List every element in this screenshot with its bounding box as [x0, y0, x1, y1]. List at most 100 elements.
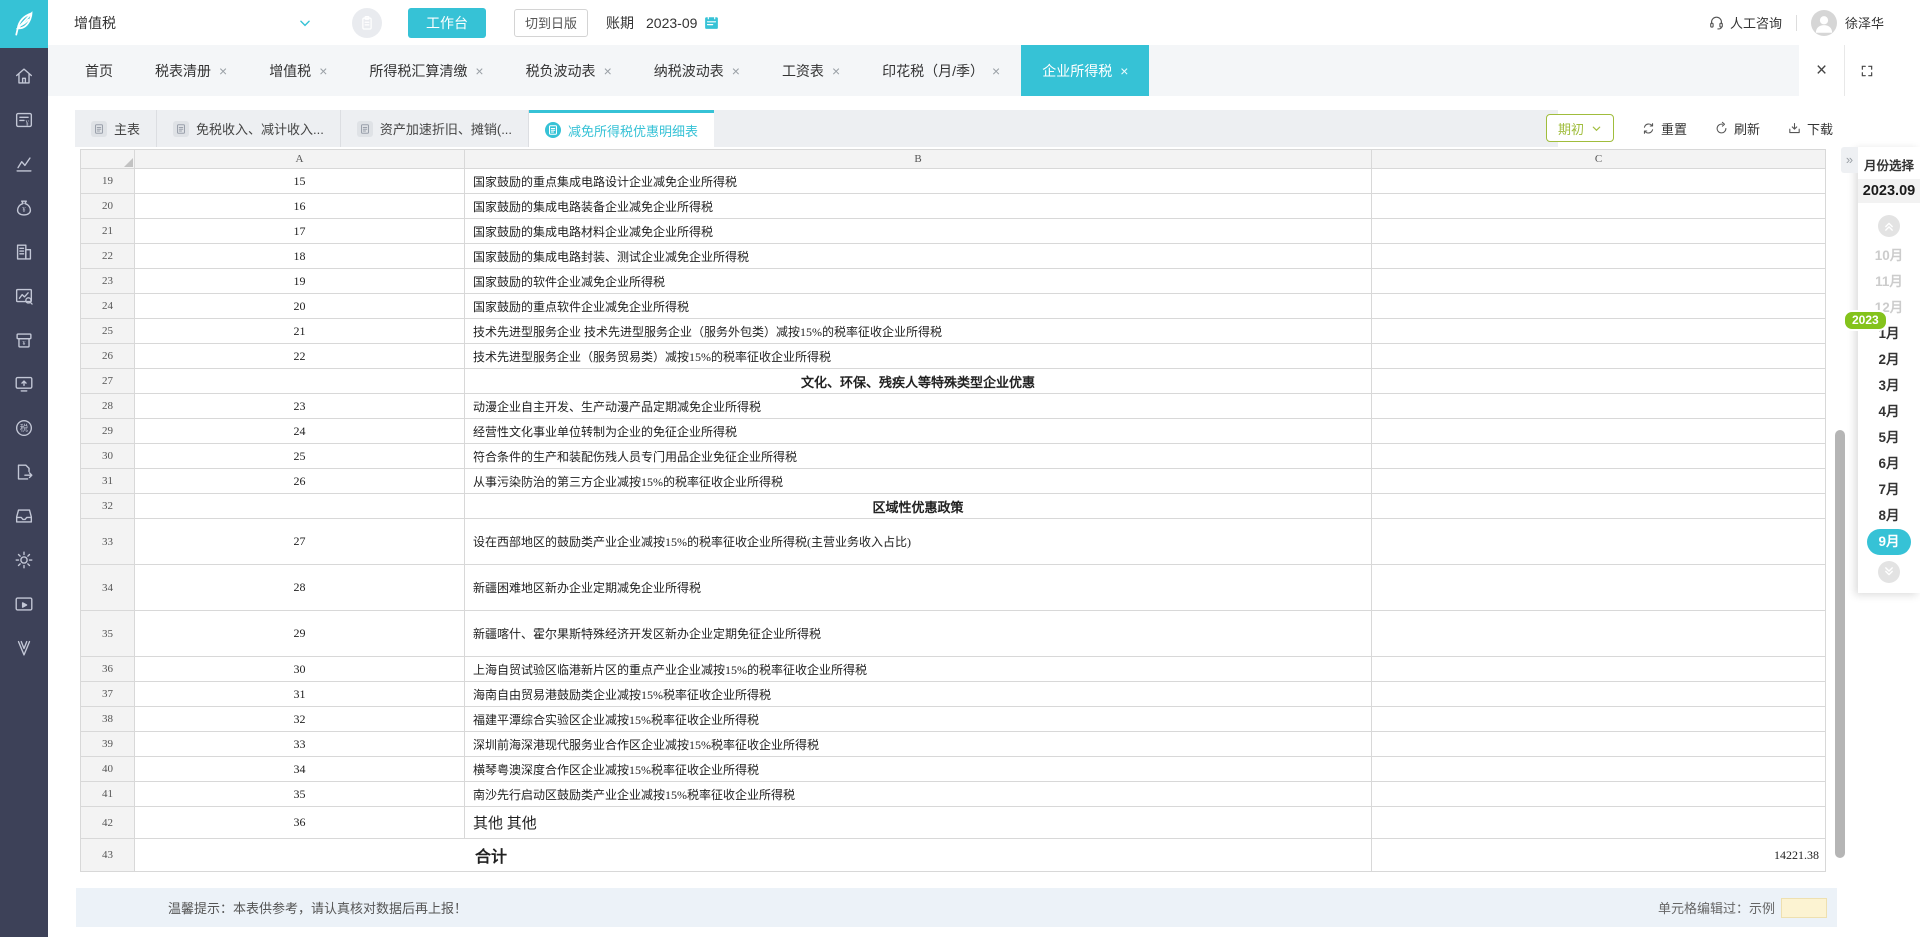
cell-b[interactable]: 上海自贸试验区临港新片区的重点产业企业减按15%的税率征收企业所得税 — [464, 656, 1372, 682]
period-filter-button[interactable]: 期初 — [1545, 114, 1614, 142]
clipboard-button[interactable] — [352, 7, 382, 38]
cell-a[interactable]: 16 — [134, 193, 465, 219]
cell-c[interactable] — [1371, 493, 1826, 519]
cell-c[interactable] — [1371, 193, 1826, 219]
cell-c[interactable] — [1371, 806, 1826, 839]
username[interactable]: 徐泽华 — [1845, 13, 1884, 32]
cell-a[interactable]: 21 — [134, 318, 465, 344]
cell-c[interactable] — [1371, 393, 1826, 419]
subtab-tax-free-income[interactable]: 免税收入、减计收入... — [157, 110, 341, 147]
sidebar-invoice-icon[interactable]: ¥ — [13, 109, 35, 131]
row-number[interactable]: 38 — [80, 706, 135, 732]
cell-c[interactable] — [1371, 218, 1826, 244]
download-button[interactable]: 下载 — [1787, 119, 1833, 138]
month-item[interactable]: 11月 — [1858, 269, 1920, 295]
switch-day-version-button[interactable]: 切到日版 — [514, 8, 589, 37]
month-item[interactable]: 5月 — [1858, 425, 1920, 451]
tab-vat[interactable]: 增值税 × — [248, 45, 348, 96]
close-all-tabs-button[interactable]: × — [1799, 45, 1844, 96]
cell-c[interactable] — [1371, 418, 1826, 444]
row-number[interactable]: 22 — [80, 243, 135, 269]
row-number[interactable]: 20 — [80, 193, 135, 219]
tab-stamp-tax[interactable]: 印花税（月/季） × — [861, 45, 1021, 96]
cell-c[interactable] — [1371, 293, 1826, 319]
row-number[interactable]: 43 — [80, 838, 135, 872]
period-value[interactable]: 2023-09 — [646, 15, 697, 31]
cell-b[interactable]: 海南自由贸易港鼓励类企业减按15%税率征收企业所得税 — [464, 681, 1372, 707]
cell-b[interactable]: 从事污染防治的第三方企业减按15%的税率征收企业所得税 — [464, 468, 1372, 494]
cell-b[interactable]: 国家鼓励的集成电路封装、测试企业减免企业所得税 — [464, 243, 1372, 269]
sidebar-gear-icon[interactable] — [13, 549, 35, 571]
section-header-cell[interactable]: 文化、环保、残疾人等特殊类型企业优惠 — [464, 368, 1372, 394]
cell-c[interactable] — [1371, 518, 1826, 565]
row-number[interactable]: 36 — [80, 656, 135, 682]
cell-c[interactable] — [1371, 781, 1826, 807]
cell-c[interactable] — [1371, 443, 1826, 469]
cell-c[interactable] — [1371, 681, 1826, 707]
cell-a[interactable]: 30 — [134, 656, 465, 682]
support-button[interactable]: 人工咨询 — [1708, 13, 1782, 32]
row-number[interactable]: 28 — [80, 393, 135, 419]
sidebar-home-icon[interactable] — [13, 65, 35, 87]
column-header-b[interactable]: B — [464, 149, 1372, 169]
tab-tax-burden-fluctuation[interactable]: 税负波动表 × — [505, 45, 633, 96]
cell-c[interactable] — [1371, 610, 1826, 657]
cell-c[interactable] — [1371, 756, 1826, 782]
cell-b[interactable]: 福建平潭综合实验区企业减按15%税率征收企业所得税 — [464, 706, 1372, 732]
month-item[interactable]: 4月 — [1858, 399, 1920, 425]
sidebar-monitor-upload-icon[interactable] — [13, 373, 35, 395]
close-tab-icon[interactable]: × — [732, 63, 740, 79]
tab-tax-payment-fluctuation[interactable]: 纳税波动表 × — [633, 45, 761, 96]
sidebar-inbox-icon[interactable] — [13, 505, 35, 527]
total-label-cell[interactable]: 合计 — [134, 838, 1372, 872]
row-number[interactable]: 25 — [80, 318, 135, 344]
cell-b[interactable]: 国家鼓励的重点软件企业减免企业所得税 — [464, 293, 1372, 319]
cell-c[interactable] — [1371, 168, 1826, 194]
tab-income-tax-settlement[interactable]: 所得税汇算清缴 × — [348, 45, 504, 96]
cell-a[interactable]: 20 — [134, 293, 465, 319]
row-number[interactable]: 34 — [80, 564, 135, 611]
sidebar-tax-seal-icon[interactable]: 税 — [13, 417, 35, 439]
workbench-button[interactable]: 工作台 — [408, 7, 486, 38]
cell-b[interactable]: 新疆喀什、霍尔果斯特殊经济开发区新办企业定期免征企业所得税 — [464, 610, 1372, 657]
cell-b[interactable]: 深圳前海深港现代服务业合作区企业减按15%税率征收企业所得税 — [464, 731, 1372, 757]
reset-button[interactable]: 重置 — [1641, 119, 1687, 138]
month-item[interactable]: 3月 — [1858, 373, 1920, 399]
month-item[interactable]: 10月 — [1858, 243, 1920, 269]
month-item[interactable]: 2月 — [1858, 347, 1920, 373]
column-header-a[interactable]: A — [134, 149, 465, 169]
cell-b[interactable]: 国家鼓励的软件企业减免企业所得税 — [464, 268, 1372, 294]
cell-b[interactable]: 技术先进型服务企业（服务贸易类）减按15%的税率征收企业所得税 — [464, 343, 1372, 369]
row-number[interactable]: 31 — [80, 468, 135, 494]
scroll-months-down-button[interactable] — [1878, 561, 1900, 583]
cell-b[interactable]: 国家鼓励的重点集成电路设计企业减免企业所得税 — [464, 168, 1372, 194]
cell-a[interactable]: 36 — [134, 806, 465, 839]
close-tab-icon[interactable]: × — [992, 63, 1000, 79]
cell-b[interactable]: 经营性文化事业单位转制为企业的免征企业所得税 — [464, 418, 1372, 444]
cell-c[interactable] — [1371, 468, 1826, 494]
column-header-c[interactable]: C — [1371, 149, 1826, 169]
row-number[interactable]: 39 — [80, 731, 135, 757]
cell-a[interactable]: 29 — [134, 610, 465, 657]
cell-b[interactable]: 符合条件的生产和装配伤残人员专门用品企业免征企业所得税 — [464, 443, 1372, 469]
cell-c[interactable] — [1371, 731, 1826, 757]
close-tab-icon[interactable]: × — [319, 63, 327, 79]
cell-b[interactable]: 其他 其他 — [464, 806, 1372, 839]
refresh-button[interactable]: 刷新 — [1714, 119, 1760, 138]
subtab-main-sheet[interactable]: 主表 — [75, 110, 158, 147]
month-item[interactable]: 9月 — [1867, 529, 1911, 555]
cell-b[interactable]: 国家鼓励的集成电路装备企业减免企业所得税 — [464, 193, 1372, 219]
tab-tax-register[interactable]: 税表清册 × — [134, 45, 248, 96]
row-number[interactable]: 24 — [80, 293, 135, 319]
tab-home[interactable]: 首页 — [64, 45, 134, 96]
sidebar-report-view-icon[interactable] — [13, 285, 35, 307]
cell-a[interactable]: 26 — [134, 468, 465, 494]
close-tab-icon[interactable]: × — [475, 63, 483, 79]
row-number[interactable]: 32 — [80, 493, 135, 519]
section-header-cell[interactable]: 区域性优惠政策 — [464, 493, 1372, 519]
cell-a[interactable]: 35 — [134, 781, 465, 807]
cell-a[interactable] — [134, 493, 465, 519]
avatar[interactable] — [1810, 9, 1837, 36]
cell-a[interactable]: 22 — [134, 343, 465, 369]
cell-c[interactable] — [1371, 318, 1826, 344]
